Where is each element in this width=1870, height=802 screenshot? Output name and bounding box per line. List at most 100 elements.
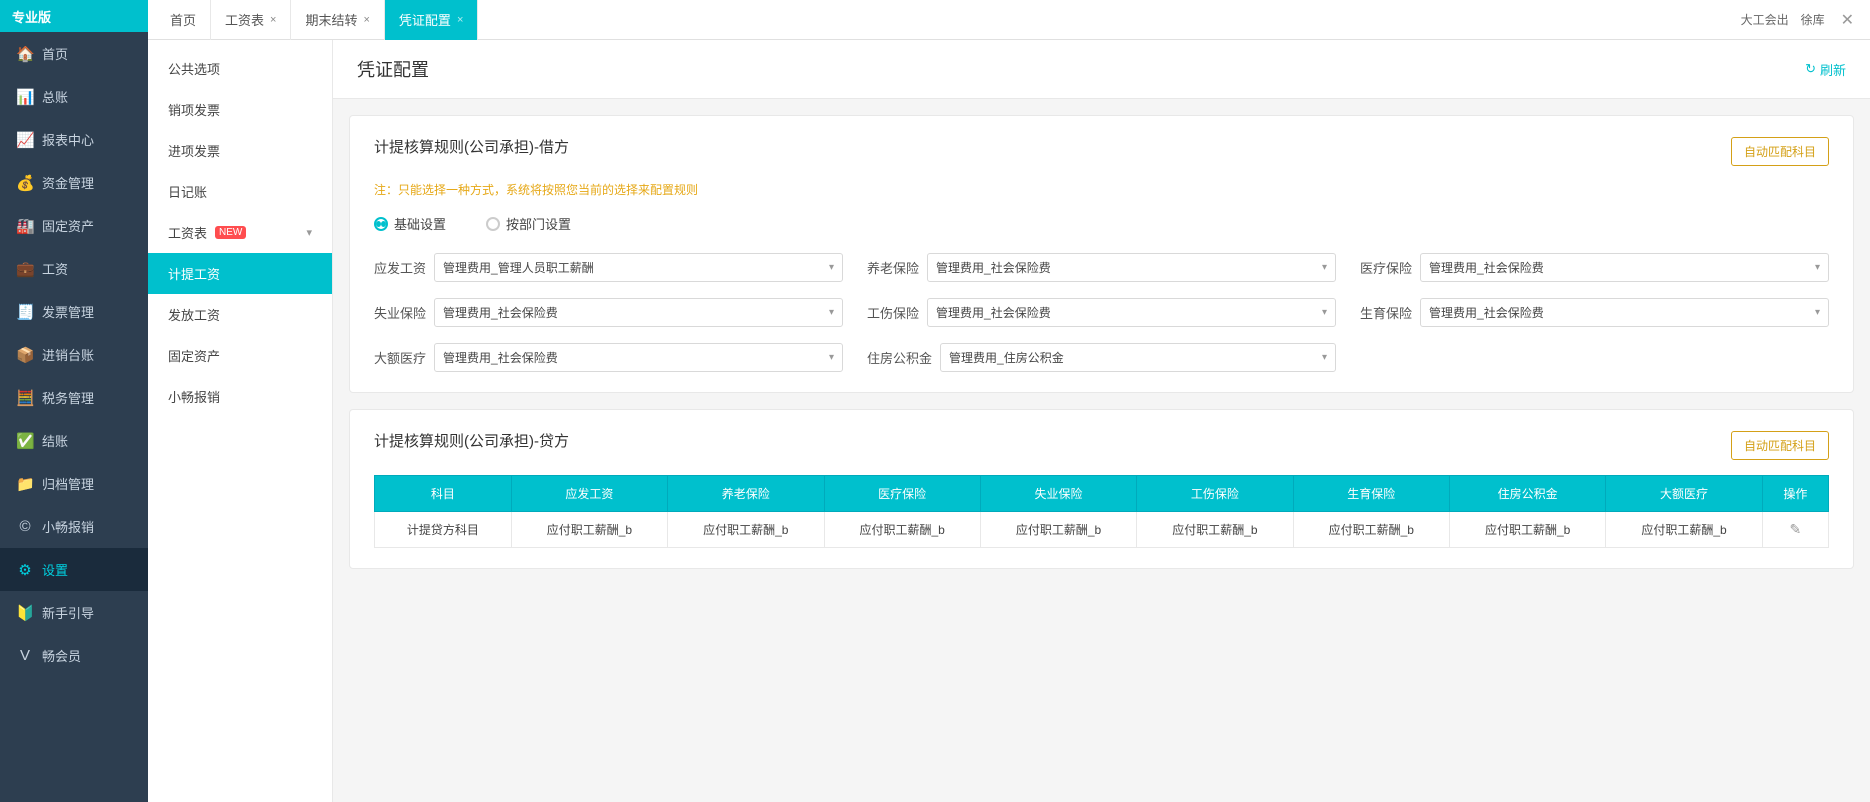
select-pension[interactable]: 管理费用_社会保险费 ▾	[927, 253, 1336, 282]
page-content: 凭证配置 ↻ 刷新 计提核算规则(公司承担)-借方 自动匹配科目 注：只能选择一…	[333, 40, 1870, 802]
left-nav-label: 固定资产	[168, 346, 220, 365]
credit-table: 科目 应发工资 养老保险 医疗保险 失业保险 工伤保险 生育保险 住房公积金 大…	[374, 475, 1829, 548]
credit-section-header: 计提核算规则(公司承担)-贷方 自动匹配科目	[374, 430, 1829, 461]
field-label-major-medical: 大额医疗	[374, 348, 426, 367]
sidebar-item-settings[interactable]: ⚙ 设置	[0, 548, 148, 591]
sidebar-item-archive[interactable]: 📁 归档管理	[0, 462, 148, 505]
cell-maternity: 应付职工薪酬_b	[1293, 512, 1449, 548]
debit-form-row-1: 应发工资 管理费用_管理人员职工薪酬 ▾ 养老保险 管理费用_社会保险费 ▾	[374, 253, 1829, 282]
left-nav-public-options[interactable]: 公共选项	[148, 48, 332, 89]
tab-voucher-config-label: 凭证配置	[399, 10, 451, 29]
main-area: 首页 工资表 × 期末结转 × 凭证配置 × 大工会出 徐库 ✕ 公共选项 销项…	[148, 0, 1870, 802]
close-salary-table-tab[interactable]: ×	[270, 14, 276, 26]
member-icon: V	[16, 647, 34, 664]
select-major-medical-value: 管理费用_社会保险费	[443, 349, 558, 366]
cell-edit[interactable]: ✎	[1762, 512, 1828, 548]
left-nav-label: 发放工资	[168, 305, 220, 324]
close-voucher-config-tab[interactable]: ×	[457, 14, 463, 26]
chevron-down-icon: ▾	[829, 262, 834, 273]
expand-icon[interactable]: ▾	[306, 226, 312, 239]
sidebar-item-label: 首页	[42, 44, 68, 63]
sidebar-item-home[interactable]: 🏠 首页	[0, 32, 148, 75]
sidebar-item-label: 工资	[42, 259, 68, 278]
field-label-injury: 工伤保险	[867, 303, 919, 322]
chevron-down-icon: ▾	[1322, 262, 1327, 273]
left-nav-label: 工资表	[168, 223, 207, 242]
field-maternity: 生育保险 管理费用_社会保险费 ▾	[1360, 298, 1829, 327]
select-injury[interactable]: 管理费用_社会保险费 ▾	[927, 298, 1336, 327]
radio-basic[interactable]: 基础设置	[374, 214, 446, 233]
select-salary-value: 管理费用_管理人员职工薪酬	[443, 259, 594, 276]
chevron-down-icon: ▾	[1322, 307, 1327, 318]
close-period-end-tab[interactable]: ×	[363, 14, 369, 26]
left-nav-calc-salary[interactable]: 计提工资	[148, 253, 332, 294]
sidebar-item-settlement[interactable]: ✅ 结账	[0, 419, 148, 462]
sidebar-item-invoice-management[interactable]: 🧾 发票管理	[0, 290, 148, 333]
credit-auto-match-button[interactable]: 自动匹配科目	[1731, 431, 1829, 460]
col-header-subject: 科目	[375, 476, 512, 512]
select-medical[interactable]: 管理费用_社会保险费 ▾	[1420, 253, 1829, 282]
select-maternity[interactable]: 管理费用_社会保险费 ▾	[1420, 298, 1829, 327]
select-housing[interactable]: 管理费用_住房公积金 ▾	[940, 343, 1336, 372]
tab-period-end[interactable]: 期末结转 ×	[291, 0, 384, 40]
select-medical-value: 管理费用_社会保险费	[1429, 259, 1544, 276]
sidebar-item-xiaochang-report[interactable]: © 小畅报销	[0, 505, 148, 548]
sidebar-item-tax[interactable]: 🧮 税务管理	[0, 376, 148, 419]
sidebar-item-label: 新手引导	[42, 603, 94, 622]
select-salary[interactable]: 管理费用_管理人员职工薪酬 ▾	[434, 253, 843, 282]
col-header-injury: 工伤保险	[1137, 476, 1293, 512]
sidebar-item-label: 设置	[42, 560, 68, 579]
sidebar-item-general-ledger[interactable]: 📊 总账	[0, 75, 148, 118]
field-pension: 养老保险 管理费用_社会保险费 ▾	[867, 253, 1336, 282]
cell-salary: 应付职工薪酬_b	[511, 512, 667, 548]
debit-form-rows: 应发工资 管理费用_管理人员职工薪酬 ▾ 养老保险 管理费用_社会保险费 ▾	[374, 253, 1829, 372]
radio-dept[interactable]: 按部门设置	[486, 214, 571, 233]
debit-auto-match-button[interactable]: 自动匹配科目	[1731, 137, 1829, 166]
left-nav-red-invoice[interactable]: 销项发票	[148, 89, 332, 130]
left-nav-diary[interactable]: 日记账	[148, 171, 332, 212]
sidebar-item-label: 归档管理	[42, 474, 94, 493]
tab-voucher-config[interactable]: 凭证配置 ×	[385, 0, 478, 40]
tab-home[interactable]: 首页	[156, 0, 211, 40]
left-nav-label: 计提工资	[168, 264, 220, 283]
left-nav-input-invoice[interactable]: 进项发票	[148, 130, 332, 171]
sidebar-item-salary[interactable]: 💼 工资	[0, 247, 148, 290]
left-nav-label: 日记账	[168, 182, 207, 201]
debit-form-row-3: 大额医疗 管理费用_社会保险费 ▾ 住房公积金 管理费用_住房公积金 ▾	[374, 343, 1829, 372]
edit-icon[interactable]: ✎	[1790, 521, 1802, 537]
sidebar-item-report-center[interactable]: 📈 报表中心	[0, 118, 148, 161]
left-nav-fixed-assets[interactable]: 固定资产	[148, 335, 332, 376]
sidebar-item-fixed-assets[interactable]: 🏭 固定资产	[0, 204, 148, 247]
select-unemployment[interactable]: 管理费用_社会保险费 ▾	[434, 298, 843, 327]
left-nav-issue-salary[interactable]: 发放工资	[148, 294, 332, 335]
chevron-down-icon: ▾	[829, 307, 834, 318]
col-header-action: 操作	[1762, 476, 1828, 512]
tab-salary-table[interactable]: 工资表 ×	[211, 0, 291, 40]
left-nav-salary-table[interactable]: 工资表 NEW ▾	[148, 212, 332, 253]
sidebar-item-fund-management[interactable]: 💰 资金管理	[0, 161, 148, 204]
field-label-unemployment: 失业保险	[374, 303, 426, 322]
sidebar-item-member[interactable]: V 畅会员	[0, 634, 148, 677]
select-pension-value: 管理费用_社会保险费	[936, 259, 1051, 276]
select-housing-value: 管理费用_住房公积金	[949, 349, 1064, 366]
chevron-down-icon: ▾	[1322, 352, 1327, 363]
topbar-close-button[interactable]: ✕	[1833, 10, 1862, 30]
left-nav-label: 小畅报销	[168, 387, 220, 406]
field-label-maternity: 生育保险	[1360, 303, 1412, 322]
left-nav: 公共选项 销项发票 进项发票 日记账 工资表 NEW ▾ 计提工资	[148, 40, 333, 802]
settings-icon: ⚙	[16, 561, 34, 579]
sidebar-item-label: 报表中心	[42, 130, 94, 149]
sidebar-item-purchase-sales[interactable]: 📦 进销台账	[0, 333, 148, 376]
tab-home-label: 首页	[170, 10, 196, 29]
page-title: 凭证配置	[357, 56, 429, 82]
left-nav-xiaochang-expense[interactable]: 小畅报销	[148, 376, 332, 417]
topbar: 首页 工资表 × 期末结转 × 凭证配置 × 大工会出 徐库 ✕	[148, 0, 1870, 40]
select-maternity-value: 管理费用_社会保险费	[1429, 304, 1544, 321]
sidebar-item-guide[interactable]: 🔰 新手引导	[0, 591, 148, 634]
fund-icon: 💰	[16, 174, 34, 192]
radio-group: 基础设置 按部门设置	[374, 214, 1829, 233]
select-major-medical[interactable]: 管理费用_社会保险费 ▾	[434, 343, 843, 372]
refresh-button[interactable]: ↻ 刷新	[1805, 60, 1846, 79]
col-header-pension: 养老保险	[668, 476, 824, 512]
col-header-unemployment: 失业保险	[980, 476, 1136, 512]
